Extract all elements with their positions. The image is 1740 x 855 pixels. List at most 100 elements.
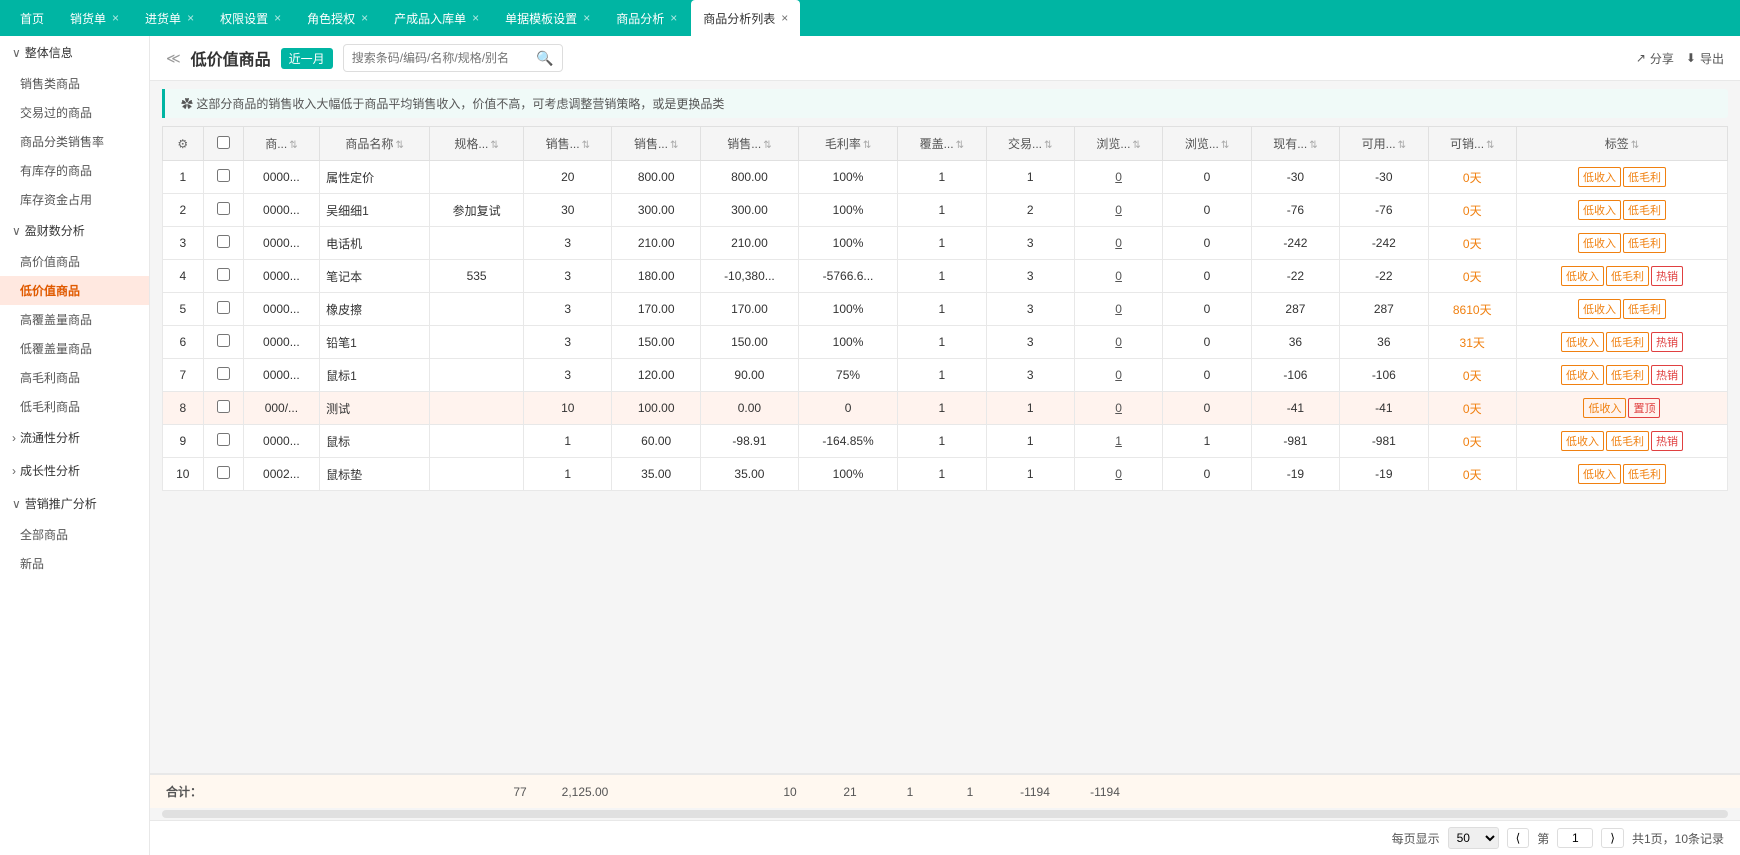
td-checkbox[interactable] <box>203 161 243 194</box>
gear-icon[interactable]: ⚙ <box>177 137 188 151</box>
sort-icon[interactable]: ⇅ <box>863 140 871 151</box>
browse1-link[interactable]: 0 <box>1115 269 1122 283</box>
sort-icon[interactable]: ⇅ <box>1044 140 1052 151</box>
sidebar-item-category-sales[interactable]: 商品分类销售率 <box>0 127 149 156</box>
row-checkbox[interactable] <box>217 433 230 446</box>
row-checkbox[interactable] <box>217 466 230 479</box>
row-checkbox[interactable] <box>217 235 230 248</box>
browse1-link[interactable]: 0 <box>1115 467 1122 481</box>
sort-icon[interactable]: ⇅ <box>763 140 771 151</box>
close-icon[interactable]: × <box>361 11 368 25</box>
row-checkbox[interactable] <box>217 334 230 347</box>
browse1-link[interactable]: 0 <box>1115 401 1122 415</box>
nav-tab-role[interactable]: 角色授权 × <box>295 0 380 36</box>
table-container[interactable]: ⚙ 商...⇅ 商品名称⇅ 规格...⇅ 销售...⇅ 销售...⇅ 销售...… <box>150 126 1740 773</box>
row-checkbox[interactable] <box>217 202 230 215</box>
sidebar-item-low-coverage[interactable]: 低覆盖量商品 <box>0 334 149 363</box>
td-checkbox[interactable] <box>203 392 243 425</box>
th-checkbox[interactable] <box>203 127 243 161</box>
sidebar-item-all-products[interactable]: 全部商品 <box>0 520 149 549</box>
td-checkbox[interactable] <box>203 293 243 326</box>
td-checkbox[interactable] <box>203 326 243 359</box>
sidebar-item-stock-capital[interactable]: 库存资金占用 <box>0 185 149 214</box>
td-checkbox[interactable] <box>203 425 243 458</box>
td-checkbox[interactable] <box>203 359 243 392</box>
sidebar-item-sales-products[interactable]: 销售类商品 <box>0 69 149 98</box>
td-browse1[interactable]: 0 <box>1074 194 1162 227</box>
nav-tab-perm[interactable]: 权限设置 × <box>208 0 293 36</box>
sort-icon[interactable]: ⇅ <box>670 140 678 151</box>
td-browse1[interactable]: 0 <box>1074 227 1162 260</box>
sort-icon[interactable]: ⇅ <box>1309 140 1317 151</box>
td-browse1[interactable]: 0 <box>1074 326 1162 359</box>
sidebar-group-marketing[interactable]: ∨ 营销推广分析 <box>0 487 149 520</box>
sidebar-item-high-value[interactable]: 高价值商品 <box>0 247 149 276</box>
td-browse1[interactable]: 0 <box>1074 293 1162 326</box>
nav-tab-template[interactable]: 单据模板设置 × <box>493 0 602 36</box>
sort-icon[interactable]: ⇅ <box>1221 140 1229 151</box>
row-checkbox[interactable] <box>217 367 230 380</box>
td-checkbox[interactable] <box>203 227 243 260</box>
sort-icon[interactable]: ⇅ <box>1398 140 1406 151</box>
browse1-link[interactable]: 0 <box>1115 236 1122 250</box>
browse1-link[interactable]: 1 <box>1115 434 1122 448</box>
nav-tab-stockin[interactable]: 产成品入库单 × <box>382 0 491 36</box>
browse1-link[interactable]: 0 <box>1115 203 1122 217</box>
row-checkbox[interactable] <box>217 400 230 413</box>
browse1-link[interactable]: 0 <box>1115 170 1122 184</box>
next-page-button[interactable]: ⟩ <box>1601 828 1624 848</box>
nav-tab-analysis-list[interactable]: 商品分析列表 × <box>691 0 800 36</box>
sidebar-group-overview[interactable]: ∨ 整体信息 <box>0 36 149 69</box>
row-checkbox[interactable] <box>217 169 230 182</box>
search-input[interactable] <box>352 51 537 65</box>
sidebar-item-low-margin[interactable]: 低毛利商品 <box>0 392 149 421</box>
close-icon[interactable]: × <box>472 11 479 25</box>
sidebar-item-new-products[interactable]: 新品 <box>0 549 149 578</box>
th-gear[interactable]: ⚙ <box>163 127 204 161</box>
td-browse1[interactable]: 0 <box>1074 161 1162 194</box>
td-checkbox[interactable] <box>203 260 243 293</box>
share-button[interactable]: ↗ 分享 <box>1636 50 1674 67</box>
close-icon[interactable]: × <box>187 11 194 25</box>
sort-icon[interactable]: ⇅ <box>1132 140 1140 151</box>
nav-tab-sales[interactable]: 销货单 × <box>58 0 131 36</box>
page-number-input[interactable] <box>1557 828 1593 848</box>
nav-tab-purchase[interactable]: 进货单 × <box>133 0 206 36</box>
sidebar-item-high-margin[interactable]: 高毛利商品 <box>0 363 149 392</box>
row-checkbox[interactable] <box>217 301 230 314</box>
filter-tag-recent[interactable]: 近一月 <box>281 48 333 69</box>
sidebar-group-flow[interactable]: › 流通性分析 <box>0 421 149 454</box>
close-icon[interactable]: × <box>670 11 677 25</box>
nav-tab-home[interactable]: 首页 <box>8 0 56 36</box>
close-icon[interactable]: × <box>112 11 119 25</box>
first-page-button[interactable]: ⟨ <box>1507 828 1530 848</box>
nav-tab-product-analysis[interactable]: 商品分析 × <box>604 0 689 36</box>
sidebar-item-stock-products[interactable]: 有库存的商品 <box>0 156 149 185</box>
row-checkbox[interactable] <box>217 268 230 281</box>
search-icon[interactable]: 🔍 <box>536 50 553 67</box>
close-icon[interactable]: × <box>781 11 788 25</box>
td-browse1[interactable]: 0 <box>1074 260 1162 293</box>
close-icon[interactable]: × <box>583 11 590 25</box>
page-size-select[interactable]: 50 100 <box>1448 827 1499 849</box>
sidebar-group-growth[interactable]: › 成长性分析 <box>0 454 149 487</box>
export-button[interactable]: ⬇ 导出 <box>1686 50 1724 67</box>
browse1-link[interactable]: 0 <box>1115 302 1122 316</box>
sort-icon[interactable]: ⇅ <box>1486 140 1494 151</box>
collapse-button[interactable]: ≪ <box>166 50 181 67</box>
td-browse1[interactable]: 0 <box>1074 458 1162 491</box>
select-all-checkbox[interactable] <box>217 136 230 149</box>
td-checkbox[interactable] <box>203 194 243 227</box>
sort-icon[interactable]: ⇅ <box>582 140 590 151</box>
td-checkbox[interactable] <box>203 458 243 491</box>
browse1-link[interactable]: 0 <box>1115 368 1122 382</box>
sort-icon[interactable]: ⇅ <box>289 140 297 151</box>
sidebar-group-financial[interactable]: ∨ 盈财数分析 <box>0 214 149 247</box>
td-browse1[interactable]: 0 <box>1074 359 1162 392</box>
browse1-link[interactable]: 0 <box>1115 335 1122 349</box>
sort-icon[interactable]: ⇅ <box>956 140 964 151</box>
close-icon[interactable]: × <box>274 11 281 25</box>
sort-icon[interactable]: ⇅ <box>395 140 403 151</box>
sidebar-item-low-value[interactable]: 低价值商品 <box>0 276 149 305</box>
horizontal-scrollbar[interactable] <box>162 810 1728 818</box>
